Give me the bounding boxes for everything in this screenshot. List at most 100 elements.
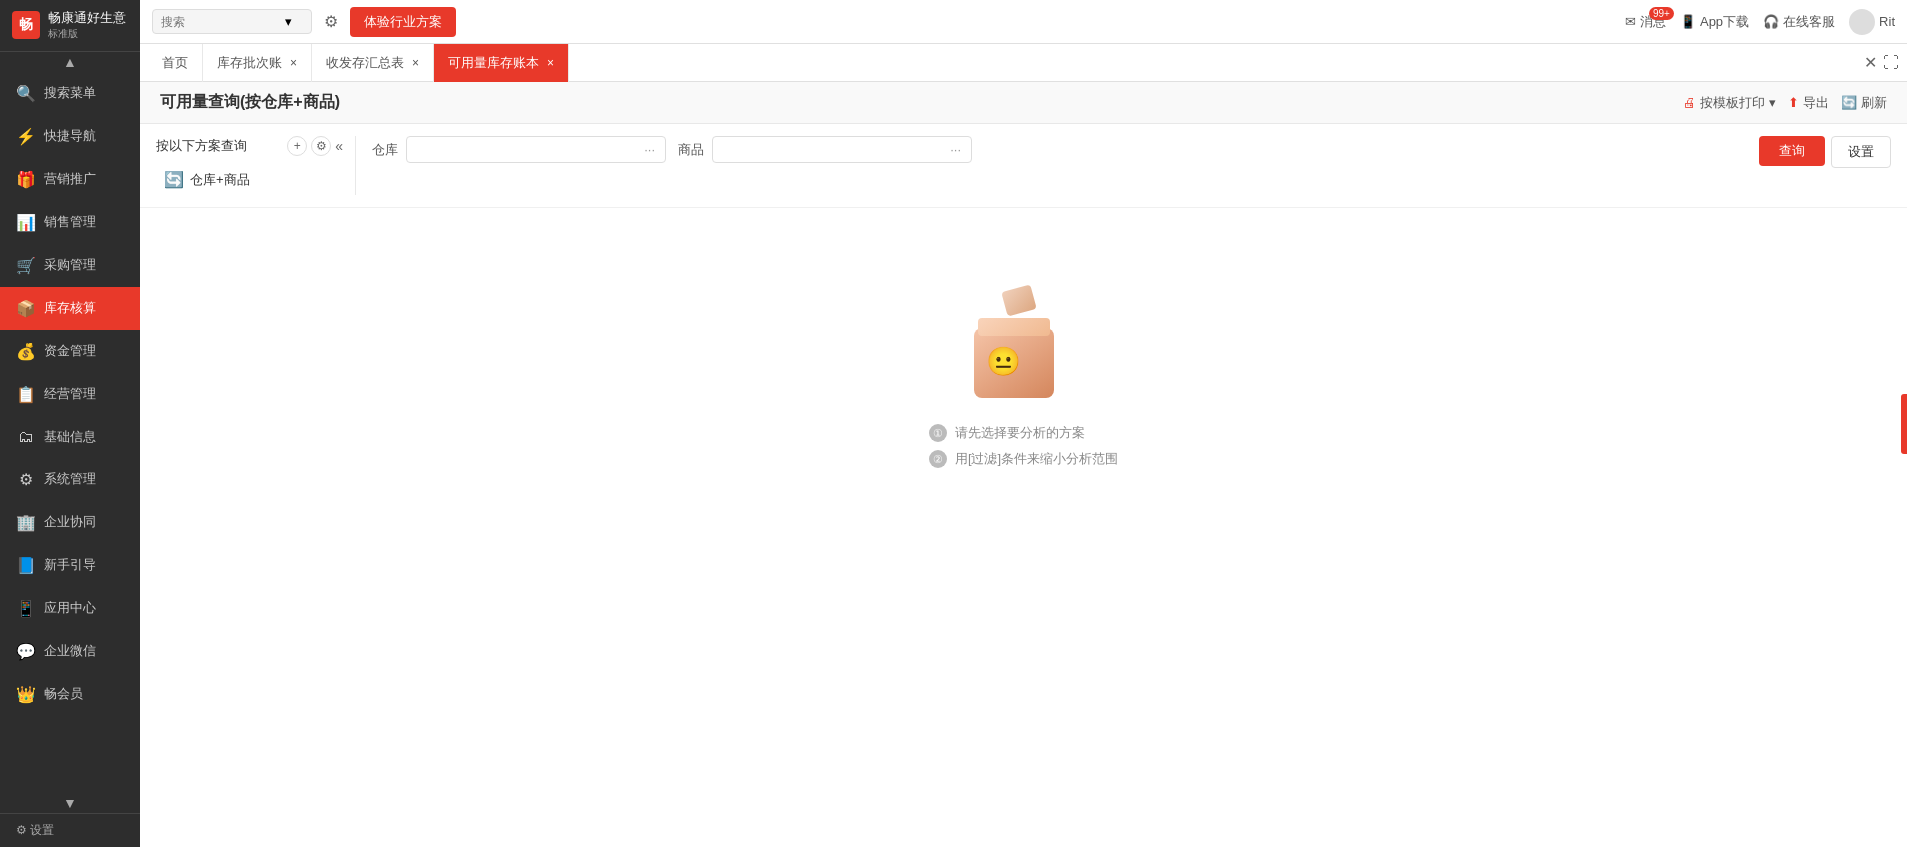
tab-close-batch[interactable]: × <box>290 56 297 70</box>
tab-receipt-summary[interactable]: 收发存汇总表 × <box>312 44 434 82</box>
user-name: Rit <box>1879 14 1895 29</box>
tab-close-receipt[interactable]: × <box>412 56 419 70</box>
scheme-panel: 按以下方案查询 + ⚙ « 🔄 仓库+商品 <box>156 136 356 195</box>
sidebar-item-basic-info[interactable]: 🗂 基础信息 <box>0 416 140 458</box>
app-download-btn[interactable]: 📱 App下载 <box>1680 13 1749 31</box>
scheme-item-warehouse-goods[interactable]: 🔄 仓库+商品 <box>156 164 343 195</box>
print-icon: 🖨 <box>1683 95 1696 110</box>
gift-icon: 🎁 <box>16 170 36 189</box>
phone-icon: 📱 <box>1680 14 1696 29</box>
headset-icon: 🎧 <box>1763 14 1779 29</box>
message-btn[interactable]: ✉ 消息 99+ <box>1625 13 1666 31</box>
empty-tip-2: ② 用[过滤]条件来缩小分析范围 <box>929 450 1118 468</box>
money-icon: 💰 <box>16 342 36 361</box>
message-icon: ✉ <box>1625 14 1636 29</box>
search-icon: 🔍 <box>16 84 36 103</box>
tab-close-available[interactable]: × <box>547 56 554 70</box>
settings-icon: ⚙ <box>16 470 36 489</box>
illustration-top <box>978 318 1050 336</box>
query-section: 按以下方案查询 + ⚙ « 🔄 仓库+商品 仓库 <box>140 124 1907 208</box>
warehouse-more-btn[interactable]: ··· <box>642 142 657 157</box>
goods-filter-group: 商品 ··· <box>678 136 972 163</box>
tab-window-controls: ✕ ⛶ <box>1864 53 1899 72</box>
tip-number-1: ① <box>929 424 947 442</box>
sidebar-item-operations[interactable]: 📋 经营管理 <box>0 373 140 416</box>
sidebar: 畅 畅康通好生意 标准版 ▲ 🔍 搜索菜单 ⚡ 快捷导航 🎁 营销推广 📊 销售… <box>0 0 140 847</box>
sidebar-item-purchase[interactable]: 🛒 采购管理 <box>0 244 140 287</box>
chart-icon: 📊 <box>16 213 36 232</box>
sidebar-item-onboarding[interactable]: 📘 新手引导 <box>0 544 140 587</box>
tab-available-ledger[interactable]: 可用量库存账本 × <box>434 44 569 82</box>
sidebar-item-wechat[interactable]: 💬 企业微信 <box>0 630 140 673</box>
empty-text: ① 请先选择要分析的方案 ② 用[过滤]条件来缩小分析范围 <box>929 424 1118 468</box>
folder-icon: 🗂 <box>16 428 36 446</box>
message-badge: 99+ <box>1649 7 1674 20</box>
logo-icon: 畅 <box>12 11 40 39</box>
user-avatar <box>1849 9 1875 35</box>
refresh-btn[interactable]: 🔄 刷新 <box>1841 94 1887 112</box>
filter-actions: 查询 设置 <box>1759 136 1891 195</box>
goods-input[interactable]: ··· <box>712 136 972 163</box>
print-dropdown-icon: ▾ <box>1769 95 1776 110</box>
edit-scheme-btn[interactable]: ⚙ <box>311 136 331 156</box>
app-name: 畅康通好生意 <box>48 10 126 27</box>
scheme-title-text: 按以下方案查询 <box>156 137 247 155</box>
mobile-icon: 📱 <box>16 599 36 618</box>
tab-maximize-btn[interactable]: ⛶ <box>1883 54 1899 72</box>
building-icon: 🏢 <box>16 513 36 532</box>
sidebar-item-finance[interactable]: 💰 资金管理 <box>0 330 140 373</box>
illustration-face: 😐 <box>986 345 1021 378</box>
sidebar-item-search[interactable]: 🔍 搜索菜单 <box>0 72 140 115</box>
collapse-scheme-btn[interactable]: « <box>335 136 343 156</box>
right-scroll-indicator[interactable] <box>1901 394 1907 454</box>
main-area: ▾ ⚙ 体验行业方案 ✉ 消息 99+ 📱 App下载 🎧 在线客服 Rit <box>140 0 1907 847</box>
export-btn[interactable]: ⬆ 导出 <box>1788 94 1829 112</box>
warehouse-text-input[interactable] <box>415 142 642 157</box>
print-template-btn[interactable]: 🖨 按模板打印 ▾ <box>1683 94 1776 112</box>
warehouse-input[interactable]: ··· <box>406 136 666 163</box>
tab-home[interactable]: 首页 <box>148 44 203 82</box>
export-icon: ⬆ <box>1788 95 1799 110</box>
tip-number-2: ② <box>929 450 947 468</box>
sidebar-scroll-down[interactable]: ▼ <box>0 793 140 813</box>
sidebar-item-quick-nav[interactable]: ⚡ 快捷导航 <box>0 115 140 158</box>
goods-more-btn[interactable]: ··· <box>948 142 963 157</box>
sidebar-footer-settings[interactable]: ⚙ 设置 <box>0 813 140 847</box>
gear-button[interactable]: ⚙ <box>320 10 342 33</box>
user-profile[interactable]: Rit <box>1849 9 1895 35</box>
sidebar-item-marketing[interactable]: 🎁 营销推广 <box>0 158 140 201</box>
query-btn[interactable]: 查询 <box>1759 136 1825 166</box>
empty-illustration: 😐 <box>964 288 1084 408</box>
page-title-actions: 🖨 按模板打印 ▾ ⬆ 导出 🔄 刷新 <box>1683 94 1887 112</box>
sidebar-scroll-up[interactable]: ▲ <box>0 52 140 72</box>
tab-close-all-btn[interactable]: ✕ <box>1864 53 1877 72</box>
goods-text-input[interactable] <box>721 142 948 157</box>
online-service-btn[interactable]: 🎧 在线客服 <box>1763 13 1835 31</box>
sidebar-menu: 🔍 搜索菜单 ⚡ 快捷导航 🎁 营销推广 📊 销售管理 🛒 采购管理 📦 库存核… <box>0 72 140 793</box>
sidebar-item-membership[interactable]: 👑 畅会员 <box>0 673 140 716</box>
empty-state: 😐 ① 请先选择要分析的方案 ② 用[过滤]条件来缩小分析范围 <box>140 208 1907 548</box>
sidebar-item-inventory[interactable]: 📦 库存核算 <box>0 287 140 330</box>
empty-tip-1: ① 请先选择要分析的方案 <box>929 424 1118 442</box>
goods-label: 商品 <box>678 141 704 159</box>
warehouse-label: 仓库 <box>372 141 398 159</box>
tab-bar: 首页 库存批次账 × 收发存汇总表 × 可用量库存账本 × ✕ ⛶ <box>140 44 1907 82</box>
trial-btn[interactable]: 体验行业方案 <box>350 7 456 37</box>
illustration-arm <box>1001 285 1036 317</box>
book-icon: 📘 <box>16 556 36 575</box>
search-input[interactable] <box>161 15 281 29</box>
scheme-sync-icon: 🔄 <box>164 170 184 189</box>
content-area: 可用量查询(按仓库+商品) 🖨 按模板打印 ▾ ⬆ 导出 🔄 刷新 <box>140 82 1907 847</box>
app-badge: 标准版 <box>48 27 126 41</box>
sidebar-item-sales[interactable]: 📊 销售管理 <box>0 201 140 244</box>
add-scheme-btn[interactable]: + <box>287 136 307 156</box>
sidebar-item-system[interactable]: ⚙ 系统管理 <box>0 458 140 501</box>
search-dropdown-icon[interactable]: ▾ <box>285 14 292 29</box>
wechat-icon: 💬 <box>16 642 36 661</box>
tab-batch-account[interactable]: 库存批次账 × <box>203 44 312 82</box>
settings-btn[interactable]: 设置 <box>1831 136 1891 168</box>
warehouse-filter-group: 仓库 ··· <box>372 136 666 163</box>
settings-label: ⚙ 设置 <box>16 823 54 837</box>
sidebar-item-app-center[interactable]: 📱 应用中心 <box>0 587 140 630</box>
sidebar-item-enterprise[interactable]: 🏢 企业协同 <box>0 501 140 544</box>
